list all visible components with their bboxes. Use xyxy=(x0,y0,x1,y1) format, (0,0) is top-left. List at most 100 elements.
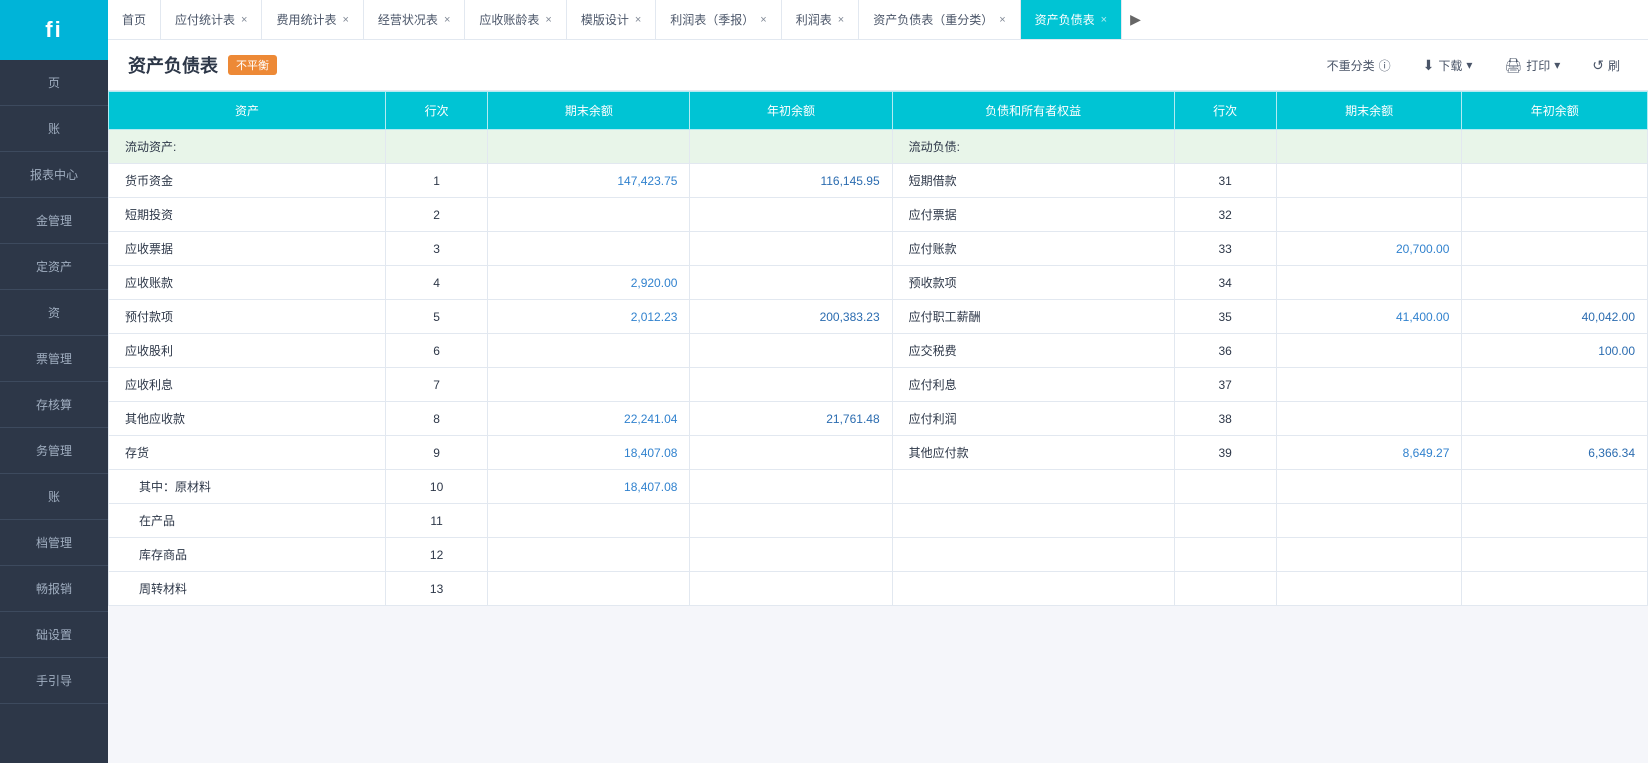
tab-label: 经营状况表 xyxy=(378,11,438,28)
asset-end-balance xyxy=(488,572,690,606)
asset-row-num: 13 xyxy=(385,572,487,606)
asset-end-balance[interactable]: 147,423.75 xyxy=(488,164,690,198)
asset-year-start xyxy=(690,436,892,470)
asset-row-num: 6 xyxy=(385,334,487,368)
tab-expense-stats[interactable]: 费用统计表 × xyxy=(262,0,363,40)
liability-end-balance xyxy=(1276,572,1462,606)
asset-year-start: 21,761.48 xyxy=(690,402,892,436)
table-row: 短期投资 2 应付票据 32 xyxy=(109,198,1648,232)
liability-name: 应交税费 xyxy=(892,334,1174,368)
tab-operations[interactable]: 经营状况表 × xyxy=(364,0,465,40)
sidebar-item-home[interactable]: 页 xyxy=(0,60,108,106)
liability-year-start xyxy=(1462,232,1648,266)
liability-end-balance[interactable]: 41,400.00 xyxy=(1276,300,1462,334)
page-title-area: 资产负债表 不平衡 xyxy=(128,52,277,78)
no-reclassify-label: 不重分类 xyxy=(1327,57,1375,74)
sidebar-item-report-center[interactable]: 报表中心 xyxy=(0,152,108,198)
asset-name: 周转材料 xyxy=(109,572,386,606)
download-icon: ⬇ xyxy=(1423,57,1435,74)
sidebar-item-asset[interactable]: 资 xyxy=(0,290,108,336)
download-btn[interactable]: ⬇ 下载 ▾ xyxy=(1415,53,1481,78)
liability-end-balance xyxy=(1276,470,1462,504)
sidebar-item-account[interactable]: 账 xyxy=(0,106,108,152)
tab-home-label: 首页 xyxy=(122,11,146,28)
sidebar-item-guide[interactable]: 手引导 xyxy=(0,658,108,704)
asset-row-num: 8 xyxy=(385,402,487,436)
sidebar-item-fund-mgmt[interactable]: 金管理 xyxy=(0,198,108,244)
tab-close-icon[interactable]: × xyxy=(444,14,450,26)
tab-close-icon[interactable]: × xyxy=(760,14,766,26)
tab-close-icon[interactable]: × xyxy=(241,14,247,26)
table-container: 资产 行次 期末余额 年初余额 负债和所有者权益 行次 期末余额 年初余额 流动… xyxy=(108,91,1648,763)
asset-row-num: 1 xyxy=(385,164,487,198)
liability-year-start xyxy=(1462,164,1648,198)
tab-close-icon[interactable]: × xyxy=(545,14,551,26)
tab-close-icon[interactable]: × xyxy=(342,14,348,26)
liability-name: 应付利息 xyxy=(892,368,1174,402)
asset-name: 预付款项 xyxy=(109,300,386,334)
section-empty xyxy=(1462,130,1648,164)
question-icon: ⓘ xyxy=(1379,57,1391,74)
liability-end-balance[interactable]: 8,649.27 xyxy=(1276,436,1462,470)
asset-year-start xyxy=(690,266,892,300)
refresh-btn[interactable]: ↺ 刷 xyxy=(1584,53,1628,78)
liability-name: 短期借款 xyxy=(892,164,1174,198)
tab-accounts-payable[interactable]: 应付统计表 × xyxy=(161,0,262,40)
asset-end-balance[interactable]: 2,012.23 xyxy=(488,300,690,334)
print-btn[interactable]: 🖨 打印 ▾ xyxy=(1496,53,1568,78)
liability-row-num: 33 xyxy=(1174,232,1276,266)
sidebar-item-basic-settings[interactable]: 础设置 xyxy=(0,612,108,658)
table-row: 应收股利 6 应交税费 36 100.00 xyxy=(109,334,1648,368)
asset-end-balance xyxy=(488,368,690,402)
col-row-num: 行次 xyxy=(385,92,487,130)
asset-end-balance[interactable]: 2,920.00 xyxy=(488,266,690,300)
table-row: 应收账款 4 2,920.00 预收款项 34 xyxy=(109,266,1648,300)
sidebar-item-expense[interactable]: 畅报销 xyxy=(0,566,108,612)
tab-close-icon[interactable]: × xyxy=(838,14,844,26)
liability-name: 应付职工薪酬 xyxy=(892,300,1174,334)
tab-balance-sheet[interactable]: 资产负债表 × xyxy=(1021,0,1122,40)
col-end-balance: 期末余额 xyxy=(488,92,690,130)
tab-bar: 首页 应付统计表 × 费用统计表 × 经营状况表 × 应收账龄表 × 模版设计 … xyxy=(108,0,1648,40)
asset-year-start: 200,383.23 xyxy=(690,300,892,334)
no-reclassify-btn[interactable]: 不重分类 ⓘ xyxy=(1319,53,1399,78)
liability-row-num xyxy=(1174,504,1276,538)
unbalanced-badge: 不平衡 xyxy=(228,55,277,75)
tab-income[interactable]: 利润表 × xyxy=(782,0,859,40)
asset-end-balance[interactable]: 18,407.08 xyxy=(488,436,690,470)
sidebar-item-affairs-mgmt[interactable]: 务管理 xyxy=(0,428,108,474)
asset-end-balance xyxy=(488,334,690,368)
sidebar-item-inventory[interactable]: 存核算 xyxy=(0,382,108,428)
asset-name: 在产品 xyxy=(109,504,386,538)
tab-balance-reclassify[interactable]: 资产负债表（重分类） × xyxy=(859,0,1020,40)
tab-close-icon[interactable]: × xyxy=(999,14,1005,26)
tab-close-icon[interactable]: × xyxy=(635,14,641,26)
asset-end-balance[interactable]: 22,241.04 xyxy=(488,402,690,436)
asset-end-balance[interactable]: 18,407.08 xyxy=(488,470,690,504)
asset-row-num: 4 xyxy=(385,266,487,300)
tab-template-design[interactable]: 模版设计 × xyxy=(567,0,656,40)
liability-end-balance xyxy=(1276,266,1462,300)
tab-arrow-right[interactable]: ▶ xyxy=(1122,11,1149,28)
tab-income-quarterly[interactable]: 利润表（季报） × xyxy=(656,0,781,40)
asset-name: 其中：原材料 xyxy=(109,470,386,504)
sidebar-item-fixed-assets[interactable]: 定资产 xyxy=(0,244,108,290)
chevron-down-icon: ▾ xyxy=(1554,58,1560,72)
sidebar-item-ledger[interactable]: 账 xyxy=(0,474,108,520)
col-year-start2: 年初余额 xyxy=(1462,92,1648,130)
liability-row-num xyxy=(1174,538,1276,572)
asset-name: 应收票据 xyxy=(109,232,386,266)
asset-end-balance xyxy=(488,538,690,572)
sidebar-item-archive[interactable]: 档管理 xyxy=(0,520,108,566)
liability-name xyxy=(892,572,1174,606)
liability-name xyxy=(892,538,1174,572)
tab-label: 利润表（季报） xyxy=(670,11,754,28)
tab-ar-aging[interactable]: 应收账龄表 × xyxy=(465,0,566,40)
asset-name: 其他应收款 xyxy=(109,402,386,436)
liability-end-balance[interactable]: 20,700.00 xyxy=(1276,232,1462,266)
tab-close-icon[interactable]: × xyxy=(1101,14,1107,26)
asset-year-start xyxy=(690,470,892,504)
table-row: 存货 9 18,407.08 其他应付款 39 8,649.27 6,366.3… xyxy=(109,436,1648,470)
tab-home[interactable]: 首页 xyxy=(108,0,161,40)
sidebar-item-ticket-mgmt[interactable]: 票管理 xyxy=(0,336,108,382)
